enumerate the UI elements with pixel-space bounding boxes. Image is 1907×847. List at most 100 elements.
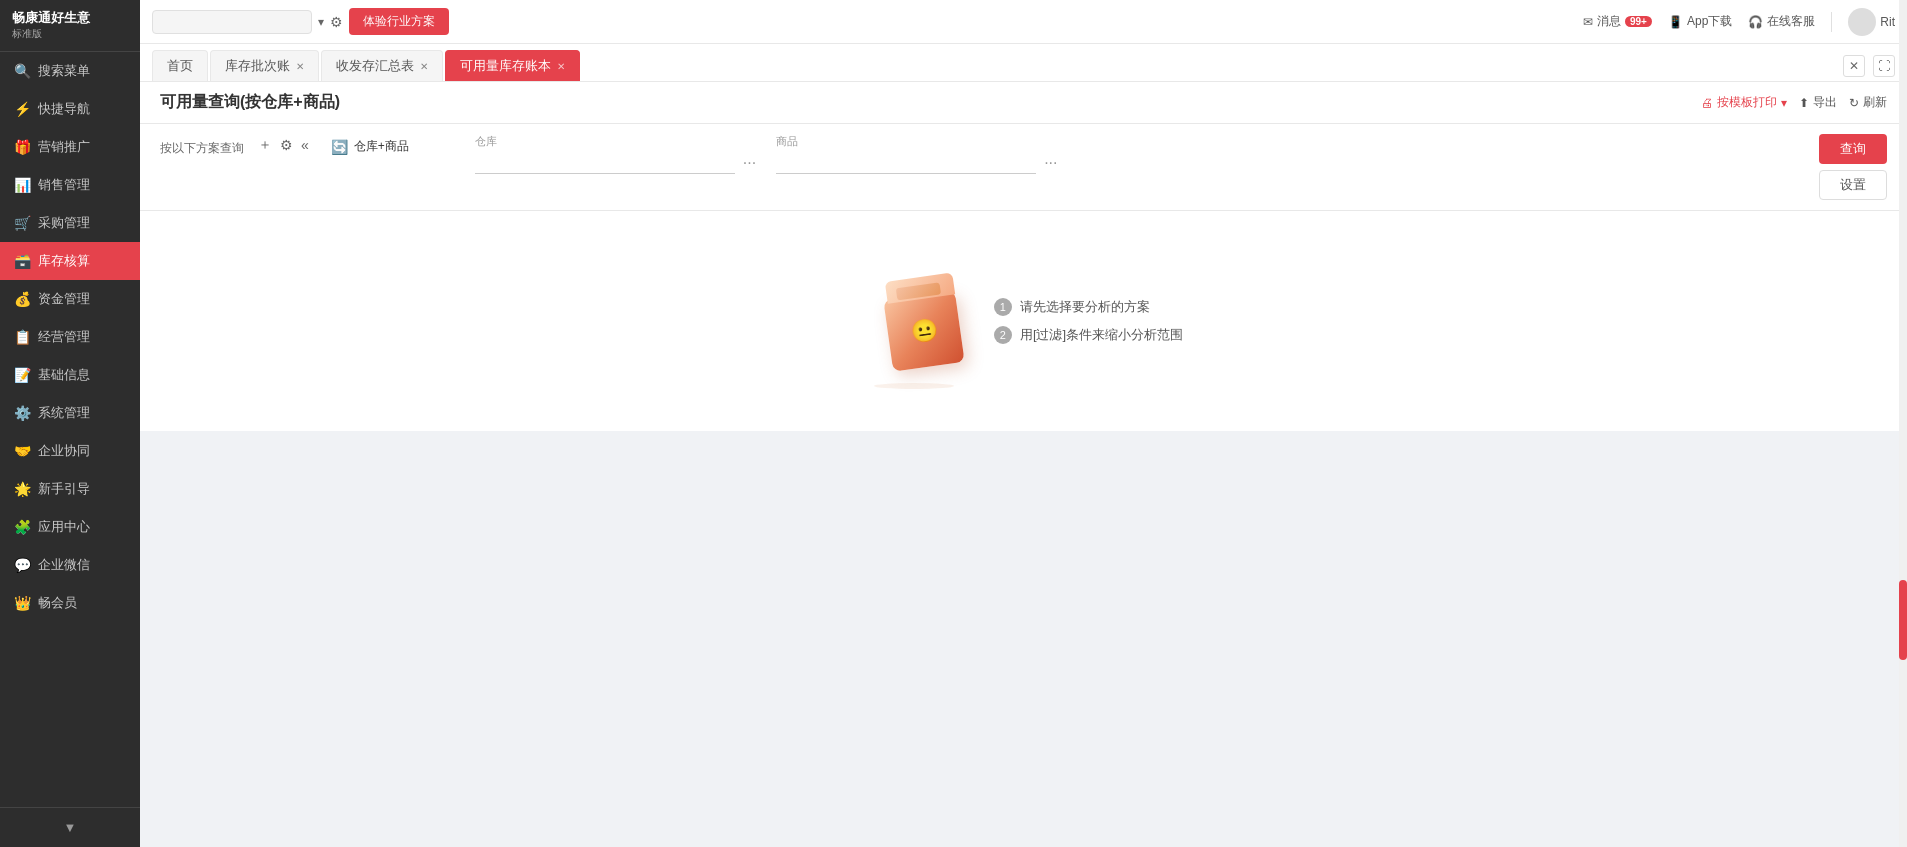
sidebar-item-enterprise-wechat[interactable]: 💬 企业微信	[0, 546, 140, 584]
filter-schemes: 🔄 仓库+商品	[323, 134, 463, 159]
sidebar-item-newguide[interactable]: 🌟 新手引导	[0, 470, 140, 508]
topbar-gear-btn[interactable]: ⚙	[330, 14, 343, 30]
export-btn[interactable]: ⬆ 导出	[1799, 94, 1837, 111]
sidebar: 畅康通好生意 标准版 🔍 搜索菜单 ⚡ 快捷导航 🎁 营销推广 📊 销售管理 🛒…	[0, 0, 140, 847]
inventory-icon: 🗃️	[14, 253, 30, 269]
warehouse-input[interactable]	[475, 151, 735, 174]
sidebar-item-sales[interactable]: 📊 销售管理	[0, 166, 140, 204]
message-badge: 99+	[1625, 16, 1652, 27]
sidebar-item-finance[interactable]: 💰 资金管理	[0, 280, 140, 318]
goods-input[interactable]	[776, 151, 1036, 174]
puzzle-icon: 🧩	[14, 519, 30, 535]
sidebar-item-label: 系统管理	[38, 404, 90, 422]
topbar: ▾ ⚙ 体验行业方案 ✉ 消息 99+ 📱 App下载 🎧 在线客服 Rit	[140, 0, 1907, 44]
sidebar-item-label: 库存核算	[38, 252, 90, 270]
collapse-scheme-btn[interactable]: «	[299, 135, 311, 155]
sidebar-item-label: 经营管理	[38, 328, 90, 346]
filter-field-warehouse: 仓库 ···	[475, 134, 760, 174]
filter-label: 按以下方案查询	[160, 134, 244, 157]
main-area: ▾ ⚙ 体验行业方案 ✉ 消息 99+ 📱 App下载 🎧 在线客服 Rit	[140, 0, 1907, 847]
tab-inventory-summary[interactable]: 收发存汇总表 ✕	[321, 50, 443, 81]
empty-illustration: 😐	[864, 271, 964, 371]
message-icon: ✉	[1583, 15, 1593, 29]
sidebar-item-shortcut[interactable]: ⚡ 快捷导航	[0, 90, 140, 128]
sidebar-item-marketing[interactable]: 🎁 营销推广	[0, 128, 140, 166]
page-header: 可用量查询(按仓库+商品) 🖨 按模板打印 ▾ ⬆ 导出 ↻ 刷新	[140, 82, 1907, 124]
message-btn[interactable]: ✉ 消息 99+	[1583, 13, 1652, 30]
goods-field-label: 商品	[776, 134, 1061, 149]
filter-fields: 仓库 ··· 商品 ···	[475, 134, 1807, 174]
sidebar-logo: 畅康通好生意 标准版	[0, 0, 140, 52]
sidebar-item-member[interactable]: 👑 畅会员	[0, 584, 140, 622]
query-button[interactable]: 查询	[1819, 134, 1887, 164]
gift-icon: 🎁	[14, 139, 30, 155]
sidebar-item-label: 搜索菜单	[38, 62, 90, 80]
user-profile-btn[interactable]: Rit	[1848, 8, 1895, 36]
tab-available-ledger-label: 可用量库存账本	[460, 57, 551, 75]
tab-available-ledger[interactable]: 可用量库存账本 ✕	[445, 50, 580, 81]
scroll-down-btn[interactable]: ▼	[0, 816, 140, 839]
edit-scheme-btn[interactable]: ⚙	[278, 135, 295, 155]
filter-area: 按以下方案查询 ＋ ⚙ « 🔄 仓库+商品 仓库 ···	[140, 124, 1907, 211]
sidebar-item-inventory[interactable]: 🗃️ 库存核算	[0, 242, 140, 280]
sidebar-item-system[interactable]: ⚙️ 系统管理	[0, 394, 140, 432]
add-scheme-btn[interactable]: ＋	[256, 134, 274, 156]
app-subtitle: 标准版	[12, 27, 128, 41]
user-avatar	[1848, 8, 1876, 36]
app-download-label: App下载	[1687, 13, 1732, 30]
sidebar-item-operations[interactable]: 📋 经营管理	[0, 318, 140, 356]
online-service-label: 在线客服	[1767, 13, 1815, 30]
tip-text-2: 用[过滤]条件来缩小分析范围	[1020, 326, 1183, 344]
print-template-label: 按模板打印	[1717, 94, 1777, 111]
topbar-search-input[interactable]	[152, 10, 312, 34]
topbar-dropdown-btn[interactable]: ▾	[318, 15, 324, 29]
app-title: 畅康通好生意	[12, 10, 128, 27]
tabs-expand-btn[interactable]: ⛶	[1873, 55, 1895, 77]
tab-batch-account-label: 库存批次账	[225, 57, 290, 75]
right-scrollbar[interactable]	[1899, 0, 1907, 847]
sidebar-item-label: 新手引导	[38, 480, 90, 498]
headset-icon: 🎧	[1748, 15, 1763, 29]
tabs-actions: ✕ ⛶	[1843, 55, 1895, 81]
sidebar-item-purchase[interactable]: 🛒 采购管理	[0, 204, 140, 242]
topbar-divider	[1831, 12, 1832, 32]
tab-available-ledger-close[interactable]: ✕	[557, 61, 565, 72]
sidebar-item-label: 畅会员	[38, 594, 77, 612]
online-service-btn[interactable]: 🎧 在线客服	[1748, 13, 1815, 30]
sidebar-item-enterprise[interactable]: 🤝 企业协同	[0, 432, 140, 470]
tab-batch-account[interactable]: 库存批次账 ✕	[210, 50, 319, 81]
sidebar-item-label: 资金管理	[38, 290, 90, 308]
export-label: 导出	[1813, 94, 1837, 111]
tab-inventory-summary-close[interactable]: ✕	[420, 61, 428, 72]
warehouse-more-btn[interactable]: ···	[739, 154, 760, 172]
search-icon: 🔍	[14, 63, 30, 79]
tab-batch-account-close[interactable]: ✕	[296, 61, 304, 72]
export-icon: ⬆	[1799, 96, 1809, 110]
scheme-label: 仓库+商品	[354, 138, 409, 155]
refresh-btn[interactable]: ↻ 刷新	[1849, 94, 1887, 111]
message-label: 消息	[1597, 13, 1621, 30]
print-template-btn[interactable]: 🖨 按模板打印 ▾	[1701, 94, 1787, 111]
settings-button[interactable]: 设置	[1819, 170, 1887, 200]
goods-more-btn[interactable]: ···	[1040, 154, 1061, 172]
sidebar-item-basic-info[interactable]: 📝 基础信息	[0, 356, 140, 394]
refresh-icon: ↻	[1849, 96, 1859, 110]
printer-icon: 🖨	[1701, 96, 1713, 110]
sidebar-item-label: 销售管理	[38, 176, 90, 194]
sidebar-item-label: 企业协同	[38, 442, 90, 460]
trial-industry-btn[interactable]: 体验行业方案	[349, 8, 449, 35]
money-icon: 💰	[14, 291, 30, 307]
tabs-close-all-btn[interactable]: ✕	[1843, 55, 1865, 77]
dropdown-arrow-icon: ▾	[1781, 96, 1787, 110]
sidebar-item-label: 应用中心	[38, 518, 90, 536]
sidebar-item-label: 快捷导航	[38, 100, 90, 118]
tip-num-2: 2	[994, 326, 1012, 344]
sidebar-item-appcenter[interactable]: 🧩 应用中心	[0, 508, 140, 546]
scheme-item-warehouse-goods[interactable]: 🔄 仓库+商品	[323, 134, 463, 159]
app-download-btn[interactable]: 📱 App下载	[1668, 13, 1732, 30]
scrollbar-thumb[interactable]	[1899, 580, 1907, 660]
sidebar-item-search[interactable]: 🔍 搜索菜单	[0, 52, 140, 90]
tab-home[interactable]: 首页	[152, 50, 208, 81]
user-name: Rit	[1880, 15, 1895, 29]
tab-inventory-summary-label: 收发存汇总表	[336, 57, 414, 75]
